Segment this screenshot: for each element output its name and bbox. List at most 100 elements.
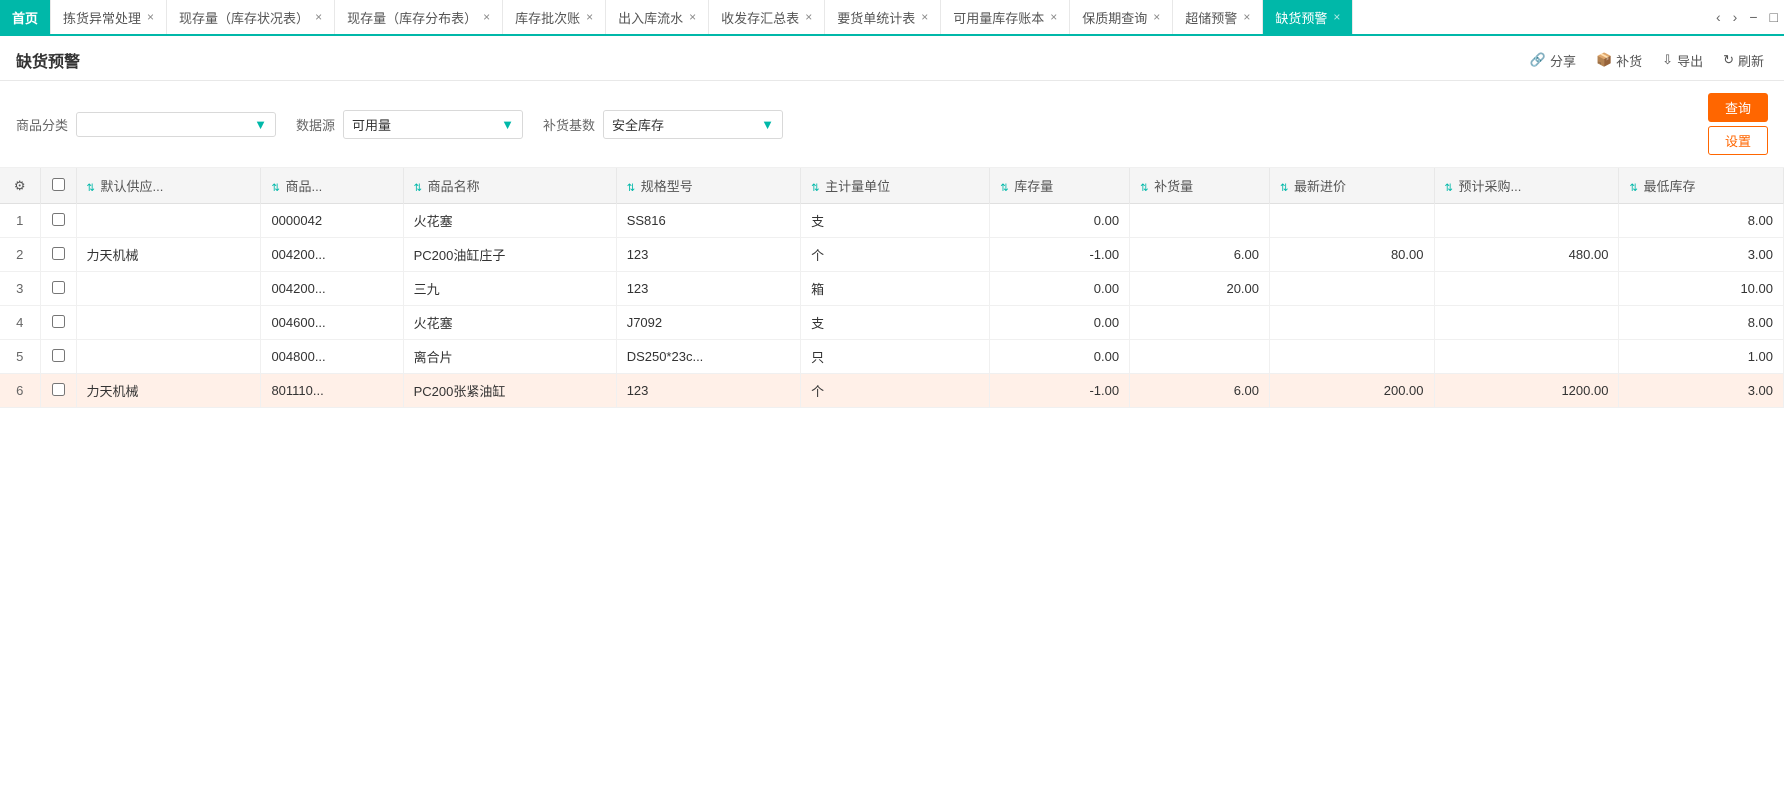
query-button[interactable]: 查询 [1708,93,1768,122]
nav-prev-button[interactable]: ‹ [1710,5,1727,29]
tab-batch[interactable]: 库存批次账 × [503,0,606,35]
tab-inout-flow[interactable]: 出入库流水 × [606,0,709,35]
row-checkbox[interactable] [52,349,65,362]
row-supplier: 力天机械 [76,238,261,272]
tab-avail-ledger-label: 可用量库存账本 [953,8,1044,27]
tab-avail-ledger[interactable]: 可用量库存账本 × [941,0,1070,35]
category-select[interactable]: ▼ [76,112,276,137]
row-supplier [76,340,261,374]
nav-maximize-button[interactable]: □ [1764,5,1784,29]
table-row[interactable]: 1 0000042 火花塞 SS816 支 0.00 8.00 [0,204,1784,238]
restock-label: 补货 [1616,51,1642,70]
refresh-button[interactable]: ↻ 刷新 [1719,49,1768,72]
row-checkbox-cell[interactable] [40,272,76,306]
unit-sort-icon: ⇅ [811,183,819,194]
settings-button[interactable]: 设置 [1708,126,1768,155]
tab-order-stat-close[interactable]: × [921,10,928,24]
tab-refine-close[interactable]: × [147,10,154,24]
header-actions: 🔗 分享 📦 补货 ⇩ 导出 ↻ 刷新 [1526,49,1768,72]
row-latest-price [1270,272,1434,306]
row-checkbox[interactable] [52,213,65,226]
tab-shortage[interactable]: 缺货预警 × [1263,0,1353,35]
col-min-stock-label: 最低库存 [1643,179,1695,194]
table-row[interactable]: 2 力天机械 004200... PC200油缸庄子 123 个 -1.00 6… [0,238,1784,272]
col-supplier[interactable]: ⇅ 默认供应... [76,168,261,204]
row-restock [1130,340,1270,374]
restockbase-filter-group: 补货基数 安全库存 ▼ [543,110,783,139]
tab-expiry-close[interactable]: × [1153,10,1160,24]
tab-collect-summary-close[interactable]: × [805,10,812,24]
row-stock: -1.00 [990,374,1130,408]
tab-batch-close[interactable]: × [586,10,593,24]
row-restock: 6.00 [1130,374,1270,408]
row-checkbox-cell[interactable] [40,374,76,408]
row-checkbox[interactable] [52,281,65,294]
tab-inventory-dist[interactable]: 现存量（库存分布表） × [335,0,503,35]
restock-button[interactable]: 📦 补货 [1592,49,1646,72]
tab-refine[interactable]: 拣货异常处理 × [51,0,167,35]
row-checkbox-cell[interactable] [40,306,76,340]
table-row[interactable]: 3 004200... 三九 123 箱 0.00 20.00 10.00 [0,272,1784,306]
page-content: 缺货预警 🔗 分享 📦 补货 ⇩ 导出 ↻ 刷新 商品分类 [0,36,1784,796]
col-stock[interactable]: ⇅ 库存量 [990,168,1130,204]
row-name: 三九 [403,272,616,306]
col-restock[interactable]: ⇅ 补货量 [1130,168,1270,204]
tab-home[interactable]: 首页 [0,0,51,35]
row-checkbox[interactable] [52,315,65,328]
nav-next-button[interactable]: › [1727,5,1744,29]
col-unit[interactable]: ⇅ 主计量单位 [801,168,990,204]
col-gear[interactable]: ⚙ [0,168,40,204]
row-min-stock: 8.00 [1619,204,1784,238]
share-icon: 🔗 [1530,52,1546,68]
tab-order-stat[interactable]: 要货单统计表 × [825,0,941,35]
tab-inventory-dist-close[interactable]: × [483,10,490,24]
tab-overstock-close[interactable]: × [1243,10,1250,24]
row-unit: 个 [801,238,990,272]
export-icon: ⇩ [1662,52,1673,68]
export-button[interactable]: ⇩ 导出 [1658,49,1707,72]
nav-minimize-button[interactable]: − [1743,5,1763,29]
restockbase-select[interactable]: 安全库存 ▼ [603,110,783,139]
row-name: 火花塞 [403,306,616,340]
tab-overstock[interactable]: 超储预警 × [1173,0,1263,35]
tab-expiry[interactable]: 保质期查询 × [1070,0,1173,35]
datasource-select[interactable]: 可用量 ▼ [343,110,523,139]
row-num: 1 [0,204,40,238]
row-checkbox-cell[interactable] [40,238,76,272]
tab-inventory-status-close[interactable]: × [315,10,322,24]
row-checkbox-cell[interactable] [40,340,76,374]
row-stock: 0.00 [990,306,1130,340]
tab-inventory-status-label: 现存量（库存状况表） [179,8,309,27]
col-latest-price[interactable]: ⇅ 最新进价 [1270,168,1434,204]
col-name-label: 商品名称 [428,179,480,194]
tab-home-label: 首页 [12,8,38,27]
restockbase-arrow-icon: ▼ [761,117,774,132]
col-spec[interactable]: ⇅ 规格型号 [616,168,800,204]
table-row[interactable]: 4 004600... 火花塞 J7092 支 0.00 8.00 [0,306,1784,340]
select-all-checkbox[interactable] [52,178,65,191]
row-latest-price: 80.00 [1270,238,1434,272]
table-row[interactable]: 5 004800... 离合片 DS250*23c... 只 0.00 1.00 [0,340,1784,374]
row-latest-price [1270,204,1434,238]
row-spec: 123 [616,272,800,306]
row-est-purchase [1434,306,1619,340]
row-min-stock: 10.00 [1619,272,1784,306]
tab-inout-flow-close[interactable]: × [689,10,696,24]
col-spec-label: 规格型号 [641,179,693,194]
col-name[interactable]: ⇅ 商品名称 [403,168,616,204]
gear-icon[interactable]: ⚙ [14,178,26,193]
row-checkbox[interactable] [52,383,65,396]
tab-collect-summary[interactable]: 收发存汇总表 × [709,0,825,35]
tab-shortage-close[interactable]: × [1333,10,1340,24]
tab-avail-ledger-close[interactable]: × [1050,10,1057,24]
share-button[interactable]: 🔗 分享 [1526,49,1580,72]
col-est-purchase[interactable]: ⇅ 预计采购... [1434,168,1619,204]
col-min-stock[interactable]: ⇅ 最低库存 [1619,168,1784,204]
col-code[interactable]: ⇅ 商品... [261,168,403,204]
tab-inventory-status[interactable]: 现存量（库存状况表） × [167,0,335,35]
row-checkbox[interactable] [52,247,65,260]
row-supplier: 力天机械 [76,374,261,408]
row-min-stock: 1.00 [1619,340,1784,374]
table-row[interactable]: 6 力天机械 801110... PC200张紧油缸 123 个 -1.00 6… [0,374,1784,408]
row-checkbox-cell[interactable] [40,204,76,238]
